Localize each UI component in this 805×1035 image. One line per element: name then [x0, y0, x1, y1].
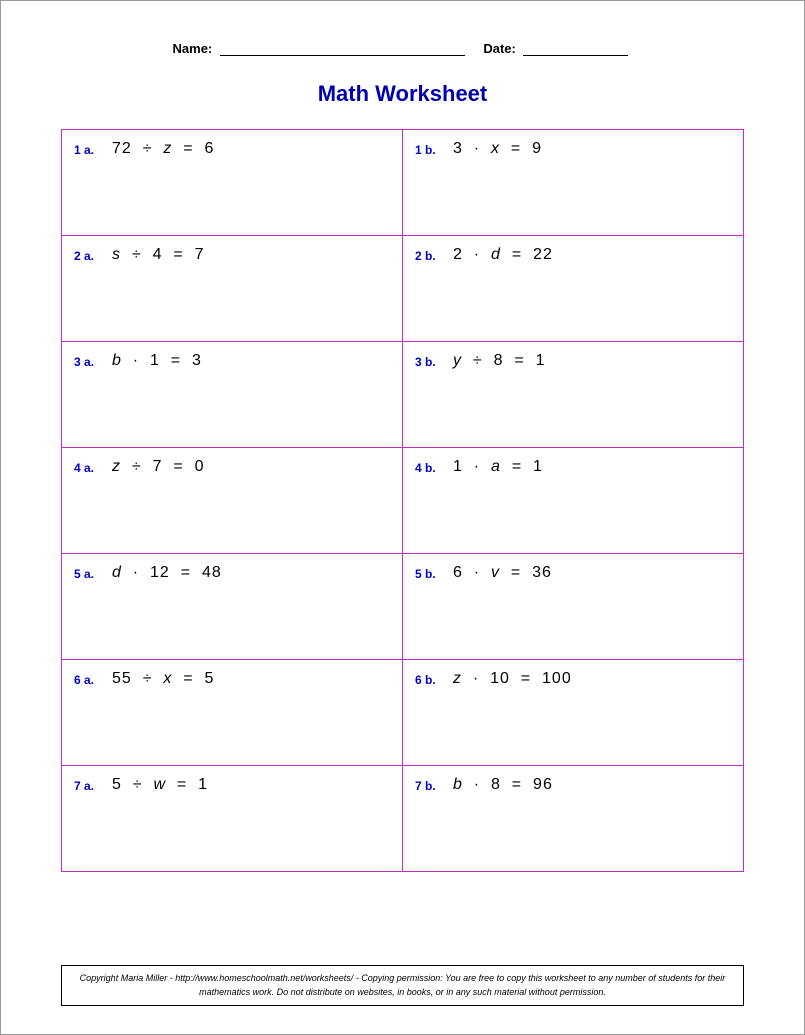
- problem-equation: d · 12 = 48: [106, 564, 222, 582]
- problem-row: 1 a.72 ÷ z = 61 b.3 · x = 9: [62, 130, 744, 236]
- problem-label: 3 b.: [415, 352, 447, 369]
- problem-grid: 1 a.72 ÷ z = 61 b.3 · x = 92 a.s ÷ 4 = 7…: [61, 129, 744, 872]
- problem-equation: 3 · x = 9: [447, 140, 542, 158]
- problem-equation: 5 ÷ w = 1: [106, 776, 208, 794]
- name-blank: [220, 44, 465, 56]
- problem-cell-a: 5 a.d · 12 = 48: [62, 554, 403, 660]
- problem-label: 2 a.: [74, 246, 106, 263]
- name-label: Name:: [173, 41, 213, 56]
- copyright-footer: Copyright Maria Miller - http://www.home…: [61, 965, 744, 1006]
- problem-label: 7 a.: [74, 776, 106, 793]
- problem-equation: b · 1 = 3: [106, 352, 202, 370]
- problem-equation: 6 · v = 36: [447, 564, 552, 582]
- problem-cell-a: 3 a.b · 1 = 3: [62, 342, 403, 448]
- problem-equation: 2 · d = 22: [447, 246, 553, 264]
- problem-row: 5 a.d · 12 = 485 b.6 · v = 36: [62, 554, 744, 660]
- problem-cell-b: 2 b.2 · d = 22: [403, 236, 744, 342]
- problem-label: 7 b.: [415, 776, 447, 793]
- problem-cell-b: 4 b.1 · a = 1: [403, 448, 744, 554]
- problem-label: 4 b.: [415, 458, 447, 475]
- worksheet-page: Name: Date: Math Worksheet 1 a.72 ÷ z = …: [0, 0, 805, 1035]
- problem-equation: 1 · a = 1: [447, 458, 543, 476]
- problem-row: 4 a.z ÷ 7 = 04 b.1 · a = 1: [62, 448, 744, 554]
- date-label: Date:: [483, 41, 516, 56]
- problem-cell-b: 3 b.y ÷ 8 = 1: [403, 342, 744, 448]
- problem-cell-a: 7 a.5 ÷ w = 1: [62, 766, 403, 872]
- problem-label: 3 a.: [74, 352, 106, 369]
- problem-row: 2 a.s ÷ 4 = 72 b.2 · d = 22: [62, 236, 744, 342]
- problem-cell-b: 1 b.3 · x = 9: [403, 130, 744, 236]
- problem-row: 6 a.55 ÷ x = 56 b.z · 10 = 100: [62, 660, 744, 766]
- problem-equation: y ÷ 8 = 1: [447, 352, 545, 370]
- problem-cell-a: 2 a.s ÷ 4 = 7: [62, 236, 403, 342]
- problem-cell-b: 6 b.z · 10 = 100: [403, 660, 744, 766]
- page-title: Math Worksheet: [61, 81, 744, 107]
- problem-label: 4 a.: [74, 458, 106, 475]
- problem-equation: z · 10 = 100: [447, 670, 572, 688]
- problem-label: 5 b.: [415, 564, 447, 581]
- problem-label: 1 b.: [415, 140, 447, 157]
- header-line: Name: Date:: [61, 41, 744, 56]
- date-blank: [523, 44, 628, 56]
- problem-equation: 55 ÷ x = 5: [106, 670, 214, 688]
- problem-label: 6 a.: [74, 670, 106, 687]
- problem-label: 2 b.: [415, 246, 447, 263]
- problem-equation: z ÷ 7 = 0: [106, 458, 204, 476]
- problem-cell-a: 4 a.z ÷ 7 = 0: [62, 448, 403, 554]
- problem-row: 3 a.b · 1 = 33 b.y ÷ 8 = 1: [62, 342, 744, 448]
- problem-equation: b · 8 = 96: [447, 776, 553, 794]
- problem-row: 7 a.5 ÷ w = 17 b.b · 8 = 96: [62, 766, 744, 872]
- problem-equation: 72 ÷ z = 6: [106, 140, 214, 158]
- problem-label: 6 b.: [415, 670, 447, 687]
- problem-cell-a: 1 a.72 ÷ z = 6: [62, 130, 403, 236]
- problem-equation: s ÷ 4 = 7: [106, 246, 204, 264]
- problem-label: 1 a.: [74, 140, 106, 157]
- problem-cell-b: 5 b.6 · v = 36: [403, 554, 744, 660]
- problem-cell-a: 6 a.55 ÷ x = 5: [62, 660, 403, 766]
- problem-label: 5 a.: [74, 564, 106, 581]
- problem-cell-b: 7 b.b · 8 = 96: [403, 766, 744, 872]
